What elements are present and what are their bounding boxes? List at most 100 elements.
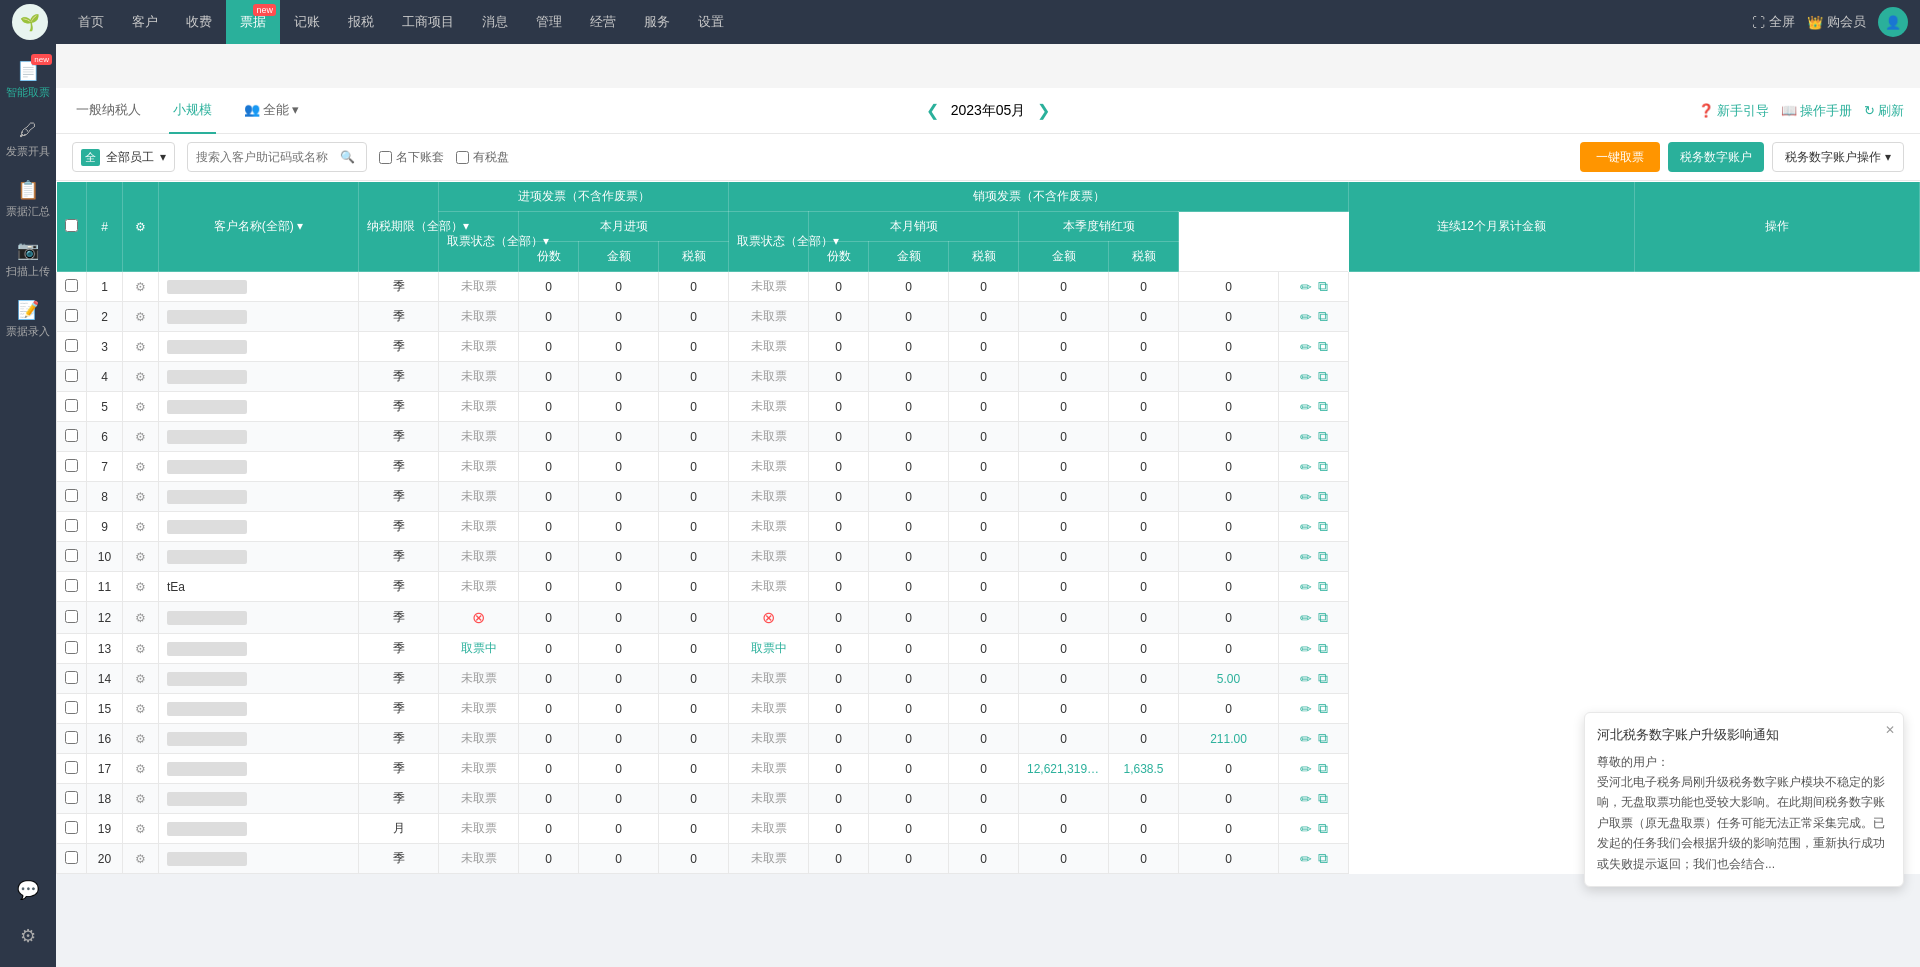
- cell-name[interactable]: [159, 362, 359, 392]
- prev-month-btn[interactable]: ❮: [926, 101, 939, 120]
- cell-out-status[interactable]: 未取票: [729, 814, 809, 844]
- edit-icon[interactable]: ✏: [1300, 641, 1312, 657]
- nav-business[interactable]: 工商项目: [388, 0, 468, 44]
- cell-in-status[interactable]: 未取票: [439, 452, 519, 482]
- cell-name[interactable]: [159, 272, 359, 302]
- cell-settings[interactable]: ⚙: [123, 422, 159, 452]
- staff-selector[interactable]: 全 全部员工 ▾: [72, 142, 175, 172]
- copy-icon[interactable]: ⧉: [1318, 700, 1328, 717]
- edit-icon[interactable]: ✏: [1300, 459, 1312, 475]
- sidebar-item-invoice-open[interactable]: 🖊 发票开具: [2, 112, 54, 167]
- cell-check[interactable]: [57, 572, 87, 602]
- th-check[interactable]: [57, 182, 87, 272]
- nav-manage[interactable]: 管理: [522, 0, 576, 44]
- cell-check[interactable]: [57, 844, 87, 874]
- cell-in-status[interactable]: 未取票: [439, 422, 519, 452]
- checkbox-sub-accounts[interactable]: 名下账套: [379, 149, 444, 166]
- cell-check[interactable]: [57, 602, 87, 634]
- cell-in-status[interactable]: 未取票: [439, 572, 519, 602]
- cell-check[interactable]: [57, 664, 87, 694]
- cell-check[interactable]: [57, 512, 87, 542]
- edit-icon[interactable]: ✏: [1300, 519, 1312, 535]
- cell-out-status[interactable]: 未取票: [729, 542, 809, 572]
- cell-name[interactable]: [159, 332, 359, 362]
- cell-check[interactable]: [57, 482, 87, 512]
- cell-in-status[interactable]: 未取票: [439, 844, 519, 874]
- edit-icon[interactable]: ✏: [1300, 791, 1312, 807]
- cell-out-status[interactable]: 未取票: [729, 482, 809, 512]
- edit-icon[interactable]: ✏: [1300, 671, 1312, 687]
- cell-in-status[interactable]: 未取票: [439, 664, 519, 694]
- cell-out-status[interactable]: 未取票: [729, 332, 809, 362]
- cell-out-status[interactable]: 未取票: [729, 724, 809, 754]
- copy-icon[interactable]: ⧉: [1318, 338, 1328, 355]
- cell-in-status[interactable]: 未取票: [439, 784, 519, 814]
- cell-check[interactable]: [57, 694, 87, 724]
- cell-out-status[interactable]: ⊗: [729, 602, 809, 634]
- cell-settings[interactable]: ⚙: [123, 664, 159, 694]
- cell-settings[interactable]: ⚙: [123, 634, 159, 664]
- copy-icon[interactable]: ⧉: [1318, 790, 1328, 807]
- cell-name[interactable]: [159, 634, 359, 664]
- cell-out-status[interactable]: 未取票: [729, 664, 809, 694]
- cell-settings[interactable]: ⚙: [123, 784, 159, 814]
- edit-icon[interactable]: ✏: [1300, 761, 1312, 777]
- cell-check[interactable]: [57, 814, 87, 844]
- cell-in-status[interactable]: 未取票: [439, 392, 519, 422]
- cell-check[interactable]: [57, 754, 87, 784]
- cell-settings[interactable]: ⚙: [123, 452, 159, 482]
- refresh-btn[interactable]: ↻ 刷新: [1864, 102, 1904, 120]
- cell-out-status[interactable]: 未取票: [729, 844, 809, 874]
- quick-ticket-btn[interactable]: 一键取票: [1580, 142, 1660, 172]
- fullscreen-btn[interactable]: ⛶ 全屏: [1752, 13, 1795, 31]
- cell-out-status[interactable]: 取票中: [729, 634, 809, 664]
- tab-general-taxpayer[interactable]: 一般纳税人: [72, 88, 145, 134]
- cell-in-status[interactable]: 未取票: [439, 272, 519, 302]
- guide-btn[interactable]: ❓ 新手引导: [1698, 102, 1769, 120]
- sidebar-item-smart-ticket[interactable]: 📄 智能取票 new: [2, 52, 54, 108]
- cell-check[interactable]: [57, 302, 87, 332]
- cell-check[interactable]: [57, 392, 87, 422]
- cell-settings[interactable]: ⚙: [123, 754, 159, 784]
- cell-in-status[interactable]: 取票中: [439, 634, 519, 664]
- edit-icon[interactable]: ✏: [1300, 429, 1312, 445]
- cell-settings[interactable]: ⚙: [123, 814, 159, 844]
- copy-icon[interactable]: ⧉: [1318, 308, 1328, 325]
- cell-out-status[interactable]: 未取票: [729, 784, 809, 814]
- edit-icon[interactable]: ✏: [1300, 731, 1312, 747]
- cell-check[interactable]: [57, 332, 87, 362]
- copy-icon[interactable]: ⧉: [1318, 458, 1328, 475]
- cell-name[interactable]: [159, 452, 359, 482]
- tab-small-scale[interactable]: 小规模: [169, 88, 216, 134]
- copy-icon[interactable]: ⧉: [1318, 488, 1328, 505]
- edit-icon[interactable]: ✏: [1300, 851, 1312, 867]
- cell-name[interactable]: [159, 784, 359, 814]
- copy-icon[interactable]: ⧉: [1318, 548, 1328, 565]
- edit-icon[interactable]: ✏: [1300, 821, 1312, 837]
- edit-icon[interactable]: ✏: [1300, 309, 1312, 325]
- cell-name[interactable]: [159, 512, 359, 542]
- cell-in-status[interactable]: 未取票: [439, 542, 519, 572]
- edit-icon[interactable]: ✏: [1300, 489, 1312, 505]
- cell-settings[interactable]: ⚙: [123, 482, 159, 512]
- sidebar-item-entry[interactable]: 📝 票据录入: [2, 291, 54, 347]
- copy-icon[interactable]: ⧉: [1318, 428, 1328, 445]
- cell-in-status[interactable]: 未取票: [439, 362, 519, 392]
- copy-icon[interactable]: ⧉: [1318, 670, 1328, 687]
- cell-settings[interactable]: ⚙: [123, 392, 159, 422]
- nav-service[interactable]: 服务: [630, 0, 684, 44]
- cell-out-status[interactable]: 未取票: [729, 422, 809, 452]
- cell-check[interactable]: [57, 452, 87, 482]
- cell-out-status[interactable]: 未取票: [729, 302, 809, 332]
- copy-icon[interactable]: ⧉: [1318, 578, 1328, 595]
- cell-out-status[interactable]: 未取票: [729, 272, 809, 302]
- user-avatar[interactable]: 👤: [1878, 7, 1908, 37]
- cell-check[interactable]: [57, 362, 87, 392]
- cell-in-status[interactable]: 未取票: [439, 482, 519, 512]
- edit-icon[interactable]: ✏: [1300, 399, 1312, 415]
- copy-icon[interactable]: ⧉: [1318, 609, 1328, 626]
- cell-settings[interactable]: ⚙: [123, 572, 159, 602]
- cell-name[interactable]: [159, 422, 359, 452]
- cell-in-status[interactable]: 未取票: [439, 724, 519, 754]
- edit-icon[interactable]: ✏: [1300, 610, 1312, 626]
